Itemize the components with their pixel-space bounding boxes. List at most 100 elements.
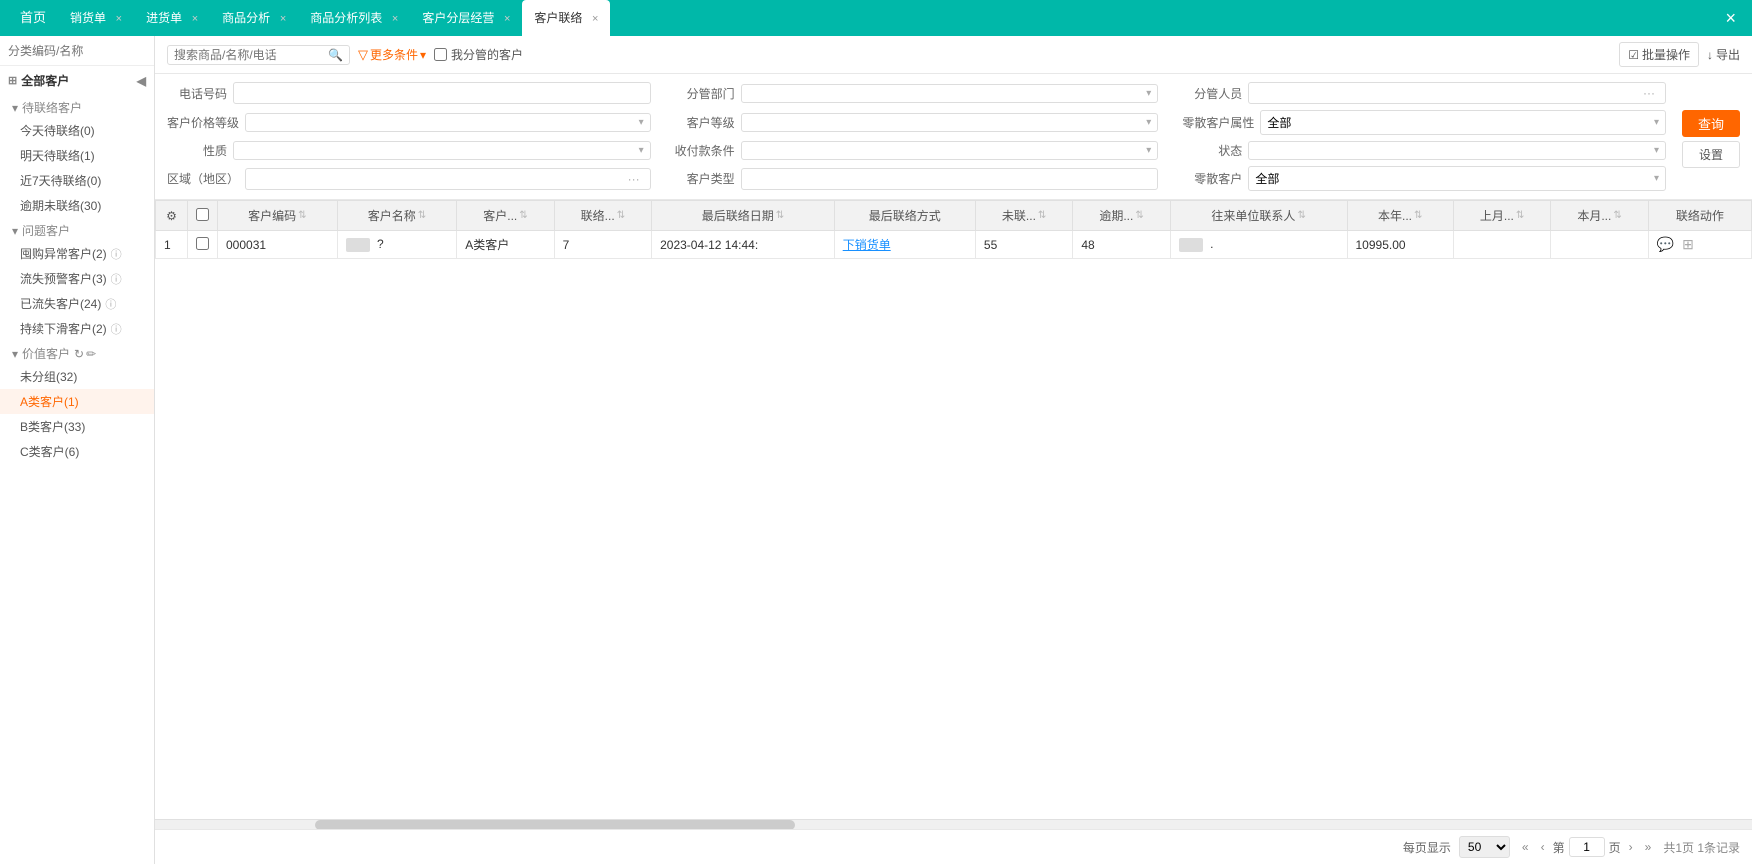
sidebar-item-a-class[interactable]: A类客户(1) — [0, 389, 154, 414]
nav-analysis[interactable]: 商品分析 × — [210, 0, 298, 36]
th-this-month: 本月...⇅ — [1551, 201, 1648, 231]
nav-customer-contact-close[interactable]: × — [592, 13, 598, 25]
page-input[interactable] — [1569, 837, 1605, 857]
info-icon4: ⓘ — [111, 321, 122, 337]
sort-icon10[interactable]: ⇅ — [1516, 210, 1524, 221]
sidebar-item-warning[interactable]: 流失预警客户(3) ⓘ — [0, 266, 154, 291]
nav-customer-tier[interactable]: 客户分层经营 × — [410, 0, 522, 36]
sidebar-group-problem[interactable]: ▾ 问题客户 — [0, 218, 154, 241]
my-customer-checkbox[interactable]: 我分管的客户 — [434, 46, 523, 63]
sidebar-all-customers-header[interactable]: ⊞ 全部客户 ◀ — [0, 66, 154, 95]
sort-icon2[interactable]: ⇅ — [418, 210, 426, 221]
chevron-down-icon4: ▾ — [1654, 117, 1659, 128]
toolbar-search-icon[interactable]: 🔍 — [328, 48, 343, 62]
filter-label-manager: 分管人员 — [1182, 85, 1242, 102]
filter-input-phone[interactable] — [233, 82, 651, 104]
sidebar-item-today[interactable]: 今天待联络(0) — [0, 118, 154, 143]
filter-select-payment[interactable]: ▾ — [741, 141, 1159, 160]
batch-btn[interactable]: ☑ 批量操作 — [1619, 42, 1699, 67]
next-page-btn[interactable]: › — [1625, 838, 1637, 856]
filter-select-price-grade[interactable]: ▾ — [245, 113, 651, 132]
export-btn[interactable]: ↓ 导出 — [1707, 46, 1740, 63]
edit-icon[interactable]: ✏ — [86, 347, 96, 361]
row-checkbox[interactable] — [196, 237, 209, 250]
sort-icon8[interactable]: ⇅ — [1297, 210, 1305, 221]
arrow-down-icon3: ▾ — [12, 347, 18, 361]
sidebar-item-overdue[interactable]: 逾期未联络(30) — [0, 193, 154, 218]
horizontal-scroll[interactable] — [155, 819, 1752, 829]
nav-close-all[interactable]: × — [1717, 8, 1744, 29]
nav-analysis-list-close[interactable]: × — [392, 13, 398, 25]
td-contact: 7 — [554, 231, 651, 259]
per-page-select[interactable]: 50 100 — [1459, 836, 1510, 858]
nav-analysis-close[interactable]: × — [280, 13, 286, 25]
filter-row-4: 区域（地区） ··· 客户类型 零散客户 — [167, 166, 1666, 191]
filter-cell-dept: 分管部门 ▾ — [675, 84, 1159, 103]
refresh-icon[interactable]: ↻ — [74, 347, 84, 361]
ellipsis-icon[interactable]: ··· — [1639, 86, 1659, 100]
search-input[interactable] — [174, 48, 324, 62]
th-settings[interactable]: ⚙ — [156, 201, 188, 231]
sidebar-group-pending[interactable]: ▾ 待联络客户 — [0, 95, 154, 118]
last-page-btn[interactable]: » — [1641, 838, 1656, 856]
sidebar-item-declining[interactable]: 持续下滑客户(2) ⓘ — [0, 316, 154, 341]
sort-icon[interactable]: ⇅ — [298, 210, 306, 221]
ellipsis-icon2[interactable]: ··· — [624, 172, 644, 186]
table-header-row: ⚙ 客户编码⇅ 客户名称⇅ 客户...⇅ 联络...⇅ 最后联络日期⇅ 最后联络… — [156, 201, 1752, 231]
sort-icon9[interactable]: ⇅ — [1414, 210, 1422, 221]
td-contact2: . — [1170, 231, 1347, 259]
td-last-method[interactable]: 下销货单 — [834, 231, 975, 259]
sort-icon7[interactable]: ⇅ — [1135, 210, 1143, 221]
sort-icon11[interactable]: ⇅ — [1613, 210, 1621, 221]
nav-sales-close[interactable]: × — [116, 13, 122, 25]
setting-button[interactable]: 设置 — [1682, 141, 1740, 168]
nav-customer-tier-close[interactable]: × — [504, 13, 510, 25]
filter-icon: ▽ — [358, 47, 368, 63]
nav-purchase-close[interactable]: × — [192, 13, 198, 25]
filter-select-retail-attr[interactable]: 全部 ▾ — [1260, 110, 1666, 135]
sidebar-item-c-class[interactable]: C类客户(6) — [0, 439, 154, 464]
td-checkbox[interactable] — [188, 231, 218, 259]
contact2-avatar — [1179, 238, 1203, 252]
filter-btn[interactable]: ▽ 更多条件 ▾ — [358, 46, 426, 63]
query-button[interactable]: 查询 — [1682, 110, 1740, 137]
page-of-label: 页 — [1609, 839, 1621, 856]
sort-icon5[interactable]: ⇅ — [776, 210, 784, 221]
sidebar-search-input[interactable] — [8, 44, 155, 58]
filter-select-manager[interactable]: ··· — [1248, 82, 1666, 104]
my-customer-check[interactable] — [434, 48, 447, 61]
prev-page-btn[interactable]: ‹ — [1537, 838, 1549, 856]
filter-select-status[interactable]: ▾ — [1248, 141, 1666, 160]
sidebar-item-tomorrow[interactable]: 明天待联络(1) — [0, 143, 154, 168]
sidebar-collapse-icon[interactable]: ◀ — [137, 74, 146, 88]
sort-icon4[interactable]: ⇅ — [617, 210, 625, 221]
filter-input-customer-type[interactable] — [741, 168, 1159, 190]
chevron-down-icon2: ▾ — [639, 117, 644, 128]
sort-icon6[interactable]: ⇅ — [1038, 210, 1046, 221]
filter-select-customer-grade[interactable]: ▾ — [741, 113, 1159, 132]
sidebar-item-lost[interactable]: 已流失客户(24) ⓘ — [0, 291, 154, 316]
nav-sales[interactable]: 销货单 × — [58, 0, 134, 36]
nav-analysis-list[interactable]: 商品分析列表 × — [298, 0, 410, 36]
th-checkbox[interactable] — [188, 201, 218, 231]
grid-action-icon[interactable]: ⊞ — [1682, 236, 1694, 253]
nav-customer-contact[interactable]: 客户联络 × — [522, 0, 610, 36]
filter-select-region[interactable]: ··· — [245, 168, 651, 190]
th-contact: 联络...⇅ — [554, 201, 651, 231]
nav-home[interactable]: 首页 — [8, 0, 58, 36]
sort-icon3[interactable]: ⇅ — [519, 210, 527, 221]
filter-select-retail[interactable]: 全部 ▾ — [1248, 166, 1666, 191]
first-page-btn[interactable]: « — [1518, 838, 1533, 856]
filter-select-dept[interactable]: ▾ — [741, 84, 1159, 103]
sidebar-item-ungroup[interactable]: 未分组(32) — [0, 364, 154, 389]
select-all-checkbox[interactable] — [196, 208, 209, 221]
contact-action-icon[interactable]: 💬 — [1657, 236, 1674, 253]
sidebar-item-7days[interactable]: 近7天待联络(0) — [0, 168, 154, 193]
sidebar-item-b-class[interactable]: B类客户(33) — [0, 414, 154, 439]
table-body: 1 000031 ? A类客户 7 2023-04-12 14:44: 下销货单 — [156, 231, 1752, 259]
sidebar-group-value[interactable]: ▾ 价值客户 ↻ ✏ — [0, 341, 154, 364]
filter-select-nature[interactable]: ▾ — [233, 141, 651, 160]
sidebar-item-abnormal[interactable]: 囤购异常客户(2) ⓘ — [0, 241, 154, 266]
nav-purchase[interactable]: 进货单 × — [134, 0, 210, 36]
last-method-link[interactable]: 下销货单 — [843, 238, 891, 252]
